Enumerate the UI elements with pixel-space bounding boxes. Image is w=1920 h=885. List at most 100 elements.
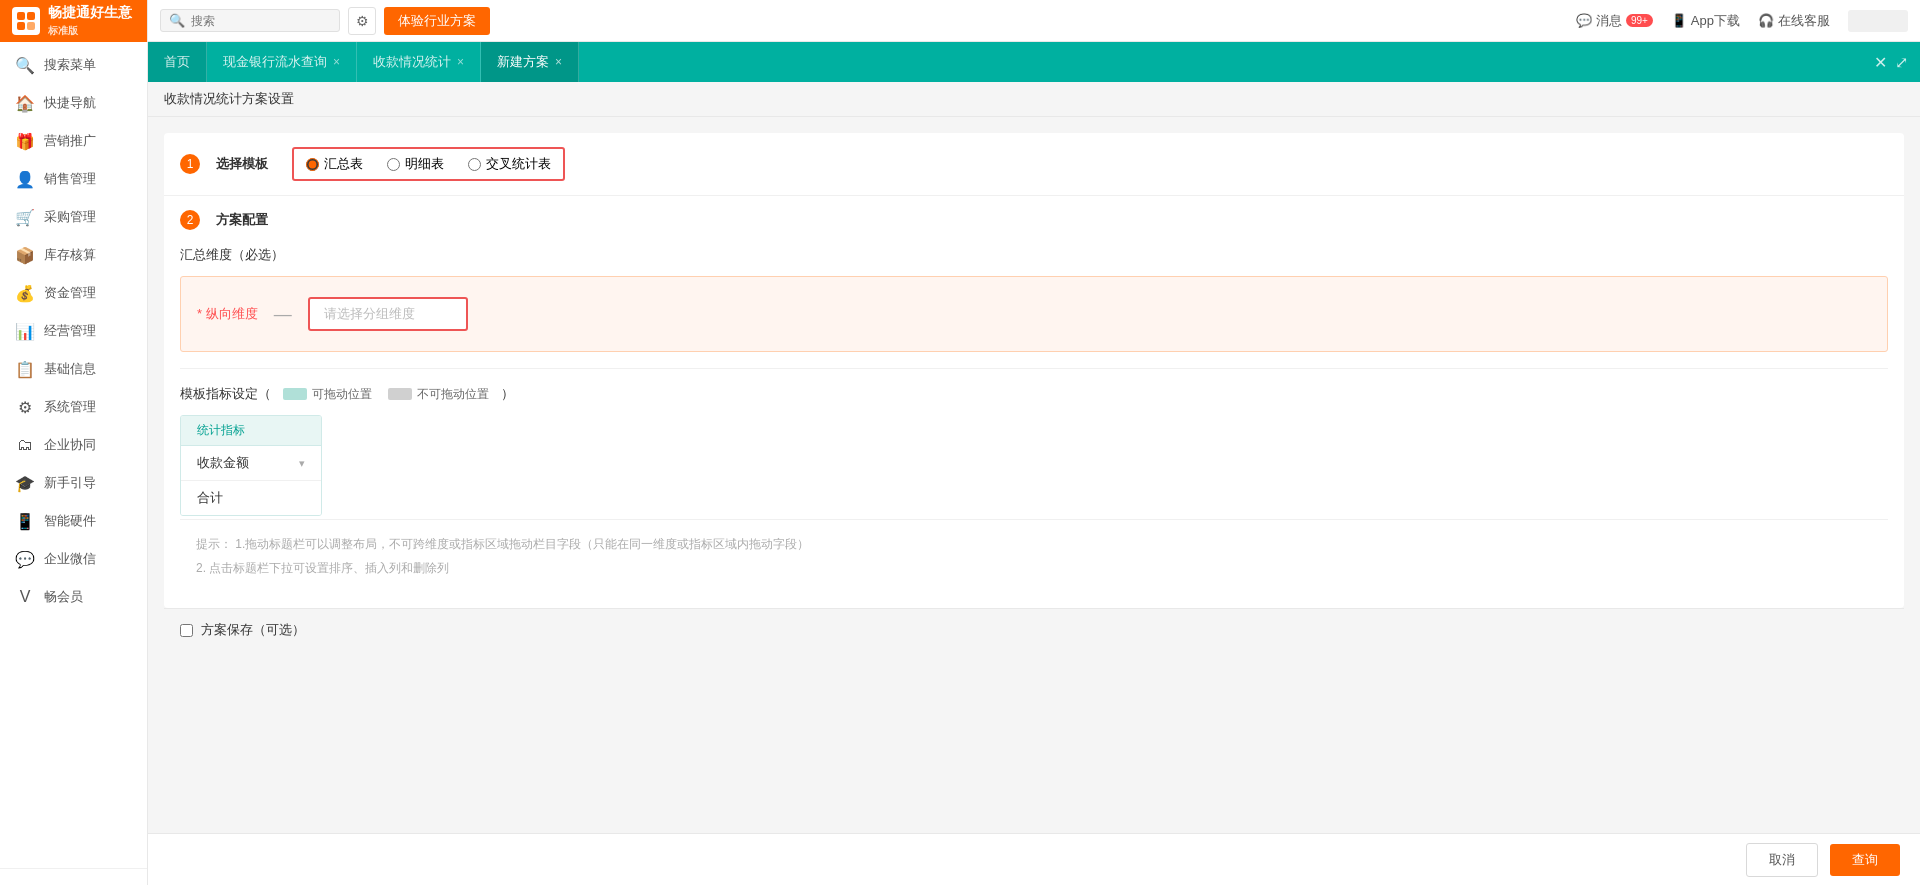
sidebar-item-hardware[interactable]: 📱智能硬件 [0,502,147,540]
config-body: 汇总维度（必选） * 纵向维度 — 请选择分组维度 模板指标设定（ [164,230,1904,608]
metrics-row-receivable[interactable]: 收款金额 ▾ [181,446,321,481]
legend-fixed: 不可拖动位置 [388,386,489,403]
radio-summary[interactable]: 汇总表 [306,155,363,173]
industry-btn[interactable]: 体验行业方案 [384,7,490,35]
dimension-row: * 纵向维度 — 请选择分组维度 [197,297,1871,331]
marketing-icon: 🎁 [16,132,34,150]
sidebar-item-member[interactable]: V 畅会员 [0,578,147,616]
metrics-row-total: 合计 [181,481,321,515]
sidebar-item-basic[interactable]: 📋基础信息 [0,350,147,388]
sidebar-item-finance[interactable]: 💰资金管理 [0,274,147,312]
sidebar-item-sales[interactable]: 👤销售管理 [0,160,147,198]
step1-row: 1 选择模板 汇总表 明细表 交叉统计表 [164,133,1904,196]
tab-close-all-btn[interactable]: ✕ [1874,53,1887,72]
sidebar-item-search[interactable]: 🔍搜索菜单 [0,46,147,84]
dimension-select[interactable]: 请选择分组维度 [308,297,468,331]
hint-1: 提示： 1.拖动标题栏可以调整布局，不可跨维度或指标区域拖动栏目字段（只能在同一… [196,532,1872,556]
hint-2: 2. 点击标题栏下拉可设置排序、插入列和删除列 [196,556,1872,580]
topbar-search-box[interactable]: 🔍 [160,9,340,32]
dimension-area: * 纵向维度 — 请选择分组维度 [180,276,1888,352]
metrics-chevron-icon: ▾ [299,457,305,470]
member-icon: V [16,588,34,606]
sidebar-item-guide[interactable]: 🎓新手引导 [0,464,147,502]
sidebar-item-inventory[interactable]: 📦库存核算 [0,236,147,274]
sidebar-item-wechat[interactable]: 💬企业微信 [0,540,147,578]
tab-expand-btn[interactable]: ⤢ [1895,53,1908,72]
system-icon: ⚙ [16,398,34,416]
radio-summary-input[interactable] [306,158,319,171]
logo-text: 畅捷通好生意 [48,4,132,22]
config-section: 1 选择模板 汇总表 明细表 交叉统计表 [164,133,1904,608]
sidebar-item-purchase[interactable]: 🛒采购管理 [0,198,147,236]
sidebar-item-label-guide: 新手引导 [44,474,96,492]
search-icon: 🔍 [169,13,185,28]
user-avatar[interactable] [1848,10,1908,32]
finance-icon: 💰 [16,284,34,302]
fixed-indicator [388,388,412,400]
tab-receivable[interactable]: 收款情况统计 × [357,42,481,82]
tab-cashflow[interactable]: 现金银行流水查询 × [207,42,357,82]
metrics-label: 模板指标设定（ [180,385,271,403]
sidebar-item-operation[interactable]: 📊经营管理 [0,312,147,350]
metrics-closing: ） [501,385,514,403]
query-button[interactable]: 查询 [1830,844,1900,876]
footer-section: 方案保存（可选） [164,608,1904,651]
step2-badge: 2 [180,210,200,230]
save-label[interactable]: 方案保存（可选） [201,621,305,639]
dimension-arrow-icon: — [274,304,292,325]
logo-icon [12,7,40,35]
metrics-header: 模板指标设定（ 可拖动位置 不可拖动位置 [180,385,1888,403]
radio-detail[interactable]: 明细表 [387,155,444,173]
page-header: 收款情况统计方案设置 [148,82,1920,117]
enterprise-icon: 🗂 [16,436,34,454]
step1-badge: 1 [180,154,200,174]
sidebar-item-label-enterprise: 企业协同 [44,436,96,454]
settings-button[interactable]: ⚙ [348,7,376,35]
inventory-icon: 📦 [16,246,34,264]
bottom-action-bar: 取消 查询 [148,833,1920,885]
wechat-icon: 💬 [16,550,34,568]
content-area: 收款情况统计方案设置 1 选择模板 汇总表 明细表 [148,82,1920,885]
message-icon: 💬 [1576,13,1592,28]
radio-cross-label: 交叉统计表 [486,155,551,173]
save-checkbox[interactable] [180,624,193,637]
radio-detail-input[interactable] [387,158,400,171]
svg-rect-0 [17,12,25,20]
tab-home[interactable]: 首页 [148,42,207,82]
sidebar-item-label-member: 畅会员 [44,588,83,606]
sidebar-bottom [0,868,147,885]
radio-cross[interactable]: 交叉统计表 [468,155,551,173]
fixed-label: 不可拖动位置 [417,386,489,403]
metrics-table: 统计指标 收款金额 ▾ 合计 [180,415,322,516]
sidebar-item-quicknav[interactable]: 🏠快捷导航 [0,84,147,122]
download-button[interactable]: 📱 App下载 [1671,12,1740,30]
metrics-section: 模板指标设定（ 可拖动位置 不可拖动位置 [180,368,1888,519]
service-icon: 🎧 [1758,13,1774,28]
sales-icon: 👤 [16,170,34,188]
tab-newplan[interactable]: 新建方案 × [481,42,579,82]
tabbar-actions: ✕ ⤢ [1874,42,1920,82]
tab-receivable-close[interactable]: × [457,55,464,69]
search-icon: 🔍 [16,56,34,74]
hardware-icon: 📱 [16,512,34,530]
page-body: 1 选择模板 汇总表 明细表 交叉统计表 [148,117,1920,833]
topbar: 🔍 ⚙ 体验行业方案 💬 消息 99+ 📱 App下载 🎧 在线客服 [148,0,1920,42]
tab-newplan-close[interactable]: × [555,55,562,69]
cancel-button[interactable]: 取消 [1746,843,1818,877]
sidebar-item-enterprise[interactable]: 🗂 企业协同 [0,426,147,464]
service-button[interactable]: 🎧 在线客服 [1758,12,1830,30]
metrics-receivable-label: 收款金额 [197,454,249,472]
sidebar-item-marketing[interactable]: 🎁营销推广 [0,122,147,160]
message-button[interactable]: 💬 消息 99+ [1576,12,1653,30]
sidebar-edition: 标准版 [48,24,132,38]
draggable-label: 可拖动位置 [312,386,372,403]
hint-section: 提示： 1.拖动标题栏可以调整布局，不可跨维度或指标区域拖动栏目字段（只能在同一… [180,519,1888,592]
page-title: 收款情况统计方案设置 [164,91,294,106]
search-input[interactable] [191,14,321,28]
draggable-indicator [283,388,307,400]
tab-cashflow-close[interactable]: × [333,55,340,69]
radio-cross-input[interactable] [468,158,481,171]
sidebar-item-system[interactable]: ⚙系统管理 [0,388,147,426]
metrics-table-body: 收款金额 ▾ 合计 [181,446,321,515]
tab-newplan-label: 新建方案 [497,53,549,71]
